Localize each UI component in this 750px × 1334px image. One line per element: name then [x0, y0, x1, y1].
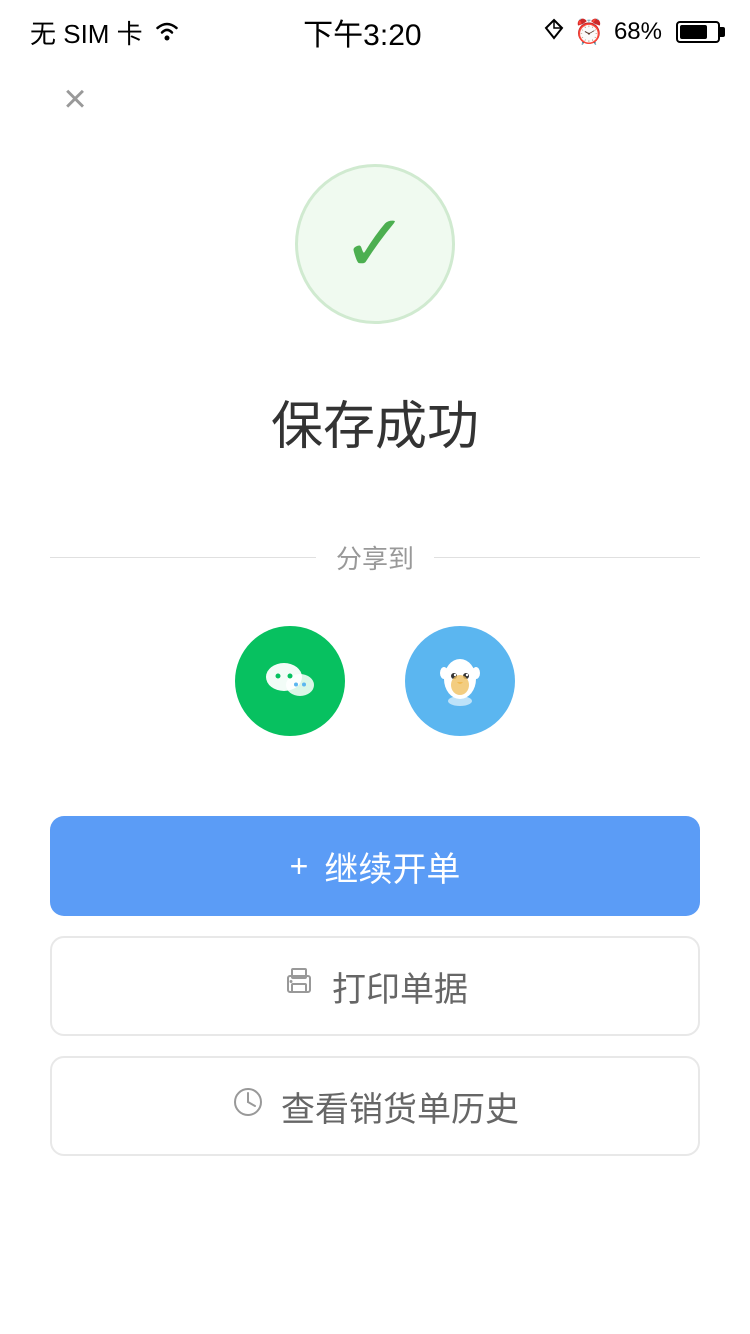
- close-button[interactable]: ×: [50, 74, 100, 124]
- status-right: ⏰ 68%: [544, 18, 720, 47]
- battery-text: 68%: [614, 18, 662, 46]
- divider-line-left: [50, 557, 316, 558]
- alarm-icon: ⏰: [574, 18, 604, 47]
- wifi-icon: [153, 17, 181, 48]
- history-button[interactable]: 查看销货单历史: [50, 1056, 700, 1156]
- status-time: 下午3:20: [303, 10, 421, 54]
- clock-icon: [231, 1085, 265, 1127]
- close-icon: ×: [63, 79, 86, 119]
- qq-share-button[interactable]: [405, 626, 515, 736]
- share-label: 分享到: [336, 539, 414, 576]
- continue-order-button[interactable]: + 继续开单: [50, 816, 700, 916]
- wechat-icon: [258, 649, 323, 714]
- continue-order-label: 继续开单: [324, 842, 460, 891]
- plus-icon: +: [290, 848, 309, 885]
- status-bar: 无 SIM 卡 下午3:20 ⏰ 68%: [0, 0, 750, 64]
- share-buttons: [235, 626, 515, 736]
- checkmark-icon: ✓: [341, 204, 408, 284]
- location-icon: [544, 18, 564, 47]
- print-icon: [282, 966, 316, 1006]
- divider-line-right: [434, 557, 700, 558]
- action-buttons: + 继续开单 打印单据: [50, 816, 700, 1156]
- print-button[interactable]: 打印单据: [50, 936, 700, 1036]
- qq-icon: [430, 651, 490, 711]
- print-label: 打印单据: [332, 962, 468, 1011]
- success-indicator: ✓: [295, 164, 455, 324]
- battery-icon: [676, 21, 720, 43]
- main-content: ✓ 保存成功 分享到: [0, 64, 750, 1334]
- history-label: 查看销货单历史: [281, 1082, 519, 1131]
- share-divider: 分享到: [50, 539, 700, 576]
- status-carrier: 无 SIM 卡: [30, 14, 181, 51]
- success-title: 保存成功: [271, 384, 479, 459]
- wechat-share-button[interactable]: [235, 626, 345, 736]
